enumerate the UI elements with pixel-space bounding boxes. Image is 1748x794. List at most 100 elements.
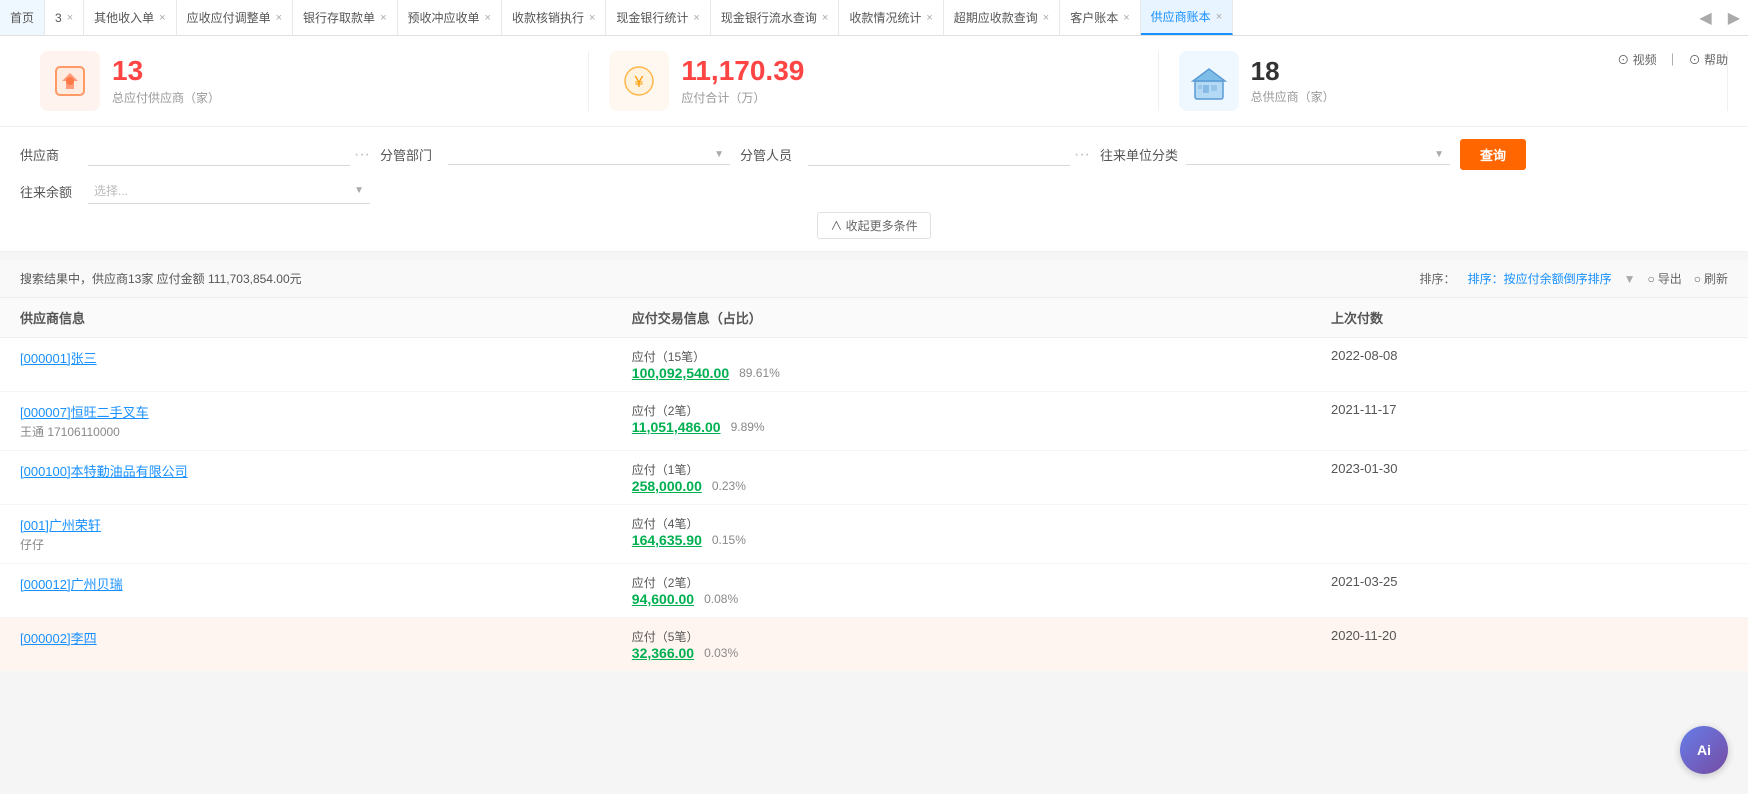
nav-tab-ar-ap-adjust[interactable]: 应收应付调整单 × bbox=[177, 0, 293, 35]
tx-amount[interactable]: 11,051,486.00 bbox=[632, 419, 721, 435]
last-pay-cell: 2022-08-08 bbox=[1311, 338, 1748, 392]
refresh-button[interactable]: ○ 刷新 bbox=[1694, 270, 1728, 287]
export-icon: ○ bbox=[1647, 272, 1654, 286]
tx-amount[interactable]: 258,000.00 bbox=[632, 478, 702, 494]
filter-label-supplier: 供应商 bbox=[20, 145, 80, 164]
nav-tab-prepay-offset[interactable]: 预收冲应收单 × bbox=[398, 0, 502, 35]
nav-tab-supplier-ledger-close[interactable]: × bbox=[1216, 11, 1222, 23]
nav-tab-cash-stat[interactable]: 现金银行统计 × bbox=[606, 0, 710, 35]
nav-tab-payment-verify-close[interactable]: × bbox=[589, 12, 595, 24]
sort-select[interactable]: 排序：按应付余额倒序排序 bbox=[1468, 270, 1612, 287]
nav-tab-prepay-offset-label: 预收冲应收单 bbox=[408, 9, 480, 26]
ai-badge[interactable]: Ai bbox=[1680, 726, 1728, 774]
supplier-link[interactable]: [000001]张三 bbox=[20, 351, 97, 366]
tx-label: 应付（2笔） bbox=[632, 402, 1291, 419]
payable-total-label: 应付合计（万） bbox=[681, 89, 804, 106]
supplier-link[interactable]: [000007]恒旺二手叉车 bbox=[20, 405, 149, 420]
tx-info-cell: 应付（2笔）94,600.00 0.08% bbox=[612, 564, 1311, 618]
person-dots-icon[interactable]: ··· bbox=[1074, 146, 1090, 164]
last-pay-cell: 2021-11-17 bbox=[1311, 392, 1748, 451]
supplier-contact: 王通 17106110000 bbox=[20, 423, 592, 440]
nav-tab-prepay-offset-close[interactable]: × bbox=[485, 12, 491, 24]
results-area: 搜索结果中，供应商13家 应付金额 111,703,854.00元 排序： 排序… bbox=[0, 260, 1748, 672]
supplier-link[interactable]: [000012]广州贝瑞 bbox=[20, 577, 123, 592]
nav-tab-home-label: 首页 bbox=[10, 9, 34, 26]
search-button[interactable]: 查询 bbox=[1460, 139, 1526, 170]
video-link[interactable]: ⊙ 视频 bbox=[1617, 51, 1656, 68]
nav-tab-bank-deposit-close[interactable]: × bbox=[380, 12, 386, 24]
nav-tab-cash-flow-label: 现金银行流水查询 bbox=[721, 9, 817, 26]
results-header: 搜索结果中，供应商13家 应付金额 111,703,854.00元 排序： 排序… bbox=[0, 260, 1748, 298]
nav-tab-supplier-ledger[interactable]: 供应商账本 × bbox=[1141, 0, 1233, 35]
supplier-dots-icon[interactable]: ··· bbox=[354, 146, 370, 164]
tx-label: 应付（2笔） bbox=[632, 574, 1291, 591]
tx-label: 应付（15笔） bbox=[632, 348, 1291, 365]
tx-label: 应付（1笔） bbox=[632, 461, 1291, 478]
filter-item-dept: 分管部门 ▼ bbox=[380, 145, 730, 165]
table-row: [000001]张三应付（15笔）100,092,540.0089.61%202… bbox=[0, 338, 1748, 392]
dept-select[interactable]: ▼ bbox=[448, 145, 730, 165]
summary-content-total-suppliers: 18 总供应商（家） bbox=[1251, 58, 1335, 105]
nav-tab-cash-stat-label: 现金银行统计 bbox=[616, 9, 688, 26]
nav-tab-home[interactable]: 首页 bbox=[0, 0, 45, 35]
nav-tab-ar-ap-adjust-close[interactable]: × bbox=[276, 12, 282, 24]
nav-tab-cash-stat-close[interactable]: × bbox=[693, 12, 699, 24]
export-label: 导出 bbox=[1658, 270, 1682, 287]
tx-info-cell: 应付（5笔）32,366.000.03% bbox=[612, 618, 1311, 672]
summary-content-payable-suppliers: 13 总应付供应商（家） bbox=[112, 57, 220, 106]
tx-amount[interactable]: 164,635.90 bbox=[632, 532, 702, 548]
balance-select[interactable]: 选择... ▼ bbox=[88, 178, 370, 204]
tx-amount[interactable]: 94,600.00 bbox=[632, 591, 694, 607]
export-button[interactable]: ○ 导出 bbox=[1647, 270, 1681, 287]
filter-label-category: 往来单位分类 bbox=[1100, 145, 1178, 164]
last-pay-cell: 2023-01-30 bbox=[1311, 451, 1748, 505]
summary-icon-suppliers bbox=[40, 51, 100, 111]
nav-tab-3-close[interactable]: × bbox=[67, 12, 73, 24]
filter-row-1: 供应商 ··· 分管部门 ▼ 分管人员 ··· 往来单位分类 ▼ 查询 bbox=[20, 139, 1728, 170]
nav-tab-payment-stat[interactable]: 收款情况统计 × bbox=[839, 0, 943, 35]
tx-percent: 0.08% bbox=[704, 592, 738, 606]
supplier-info-cell: [000002]李四 bbox=[0, 618, 612, 672]
nav-tab-3[interactable]: 3 × bbox=[45, 0, 84, 35]
supplier-info-cell: [000001]张三 bbox=[0, 338, 612, 392]
supplier-link[interactable]: [000100]本特勤油品有限公司 bbox=[20, 464, 188, 479]
nav-tab-cash-flow[interactable]: 现金银行流水查询 × bbox=[711, 0, 839, 35]
supplier-link[interactable]: [000002]李四 bbox=[20, 631, 97, 646]
table-row: [000007]恒旺二手叉车王通 17106110000 应付（2笔）11,051… bbox=[0, 392, 1748, 451]
tx-amount[interactable]: 32,366.00 bbox=[632, 645, 694, 661]
nav-next-arrow[interactable]: ▶ bbox=[1720, 8, 1748, 28]
nav-tab-payment-verify[interactable]: 收款核销执行 × bbox=[502, 0, 606, 35]
supplier-contact: 仔仔 bbox=[20, 536, 592, 553]
nav-tab-payment-stat-close[interactable]: × bbox=[926, 12, 932, 24]
last-pay-date: 2022-08-08 bbox=[1331, 348, 1398, 363]
nav-tab-customer-ledger[interactable]: 客户账本 × bbox=[1060, 0, 1140, 35]
tx-label: 应付（4笔） bbox=[632, 515, 1291, 532]
nav-prev-arrow[interactable]: ◀ bbox=[1691, 8, 1719, 28]
nav-tab-overdue-ar[interactable]: 超期应收款查询 × bbox=[944, 0, 1060, 35]
balance-placeholder: 选择... bbox=[94, 182, 354, 199]
collapse-button[interactable]: ∧ 收起更多条件 bbox=[817, 212, 930, 239]
filter-item-supplier: 供应商 ··· bbox=[20, 143, 370, 166]
last-pay-cell: 2020-11-20 bbox=[1311, 618, 1748, 672]
supplier-link[interactable]: [001]广州荣轩 bbox=[20, 518, 101, 533]
total-suppliers-label: 总供应商（家） bbox=[1251, 88, 1335, 105]
person-input[interactable] bbox=[808, 143, 1070, 166]
nav-tab-other-income[interactable]: 其他收入单 × bbox=[84, 0, 176, 35]
category-select[interactable]: ▼ bbox=[1186, 145, 1450, 165]
nav-tab-cash-flow-close[interactable]: × bbox=[822, 12, 828, 24]
nav-tab-other-income-close[interactable]: × bbox=[159, 12, 165, 24]
table-row: [001]广州荣轩仔仔应付（4笔）164,635.900.15% bbox=[0, 505, 1748, 564]
help-link[interactable]: ⊙ 帮助 bbox=[1689, 51, 1728, 68]
nav-tab-overdue-ar-close[interactable]: × bbox=[1043, 12, 1049, 24]
tx-label: 应付（5笔） bbox=[632, 628, 1291, 645]
nav-tab-bank-deposit[interactable]: 银行存取款单 × bbox=[293, 0, 397, 35]
col-header-last-pay: 上次付数 bbox=[1311, 298, 1748, 338]
supplier-input[interactable] bbox=[88, 143, 350, 166]
filter-area: 供应商 ··· 分管部门 ▼ 分管人员 ··· 往来单位分类 ▼ 查询 bbox=[0, 127, 1748, 252]
right-tools: 排序： 排序：按应付余额倒序排序 ▼ ○ 导出 ○ 刷新 bbox=[1420, 270, 1728, 287]
payable-suppliers-number: 13 bbox=[112, 57, 220, 85]
tx-info-cell: 应付（2笔）11,051,486.009.89% bbox=[612, 392, 1311, 451]
tx-amount[interactable]: 100,092,540.00 bbox=[632, 365, 729, 381]
nav-tab-customer-ledger-close[interactable]: × bbox=[1123, 12, 1129, 24]
dept-dropdown-arrow: ▼ bbox=[714, 149, 724, 160]
